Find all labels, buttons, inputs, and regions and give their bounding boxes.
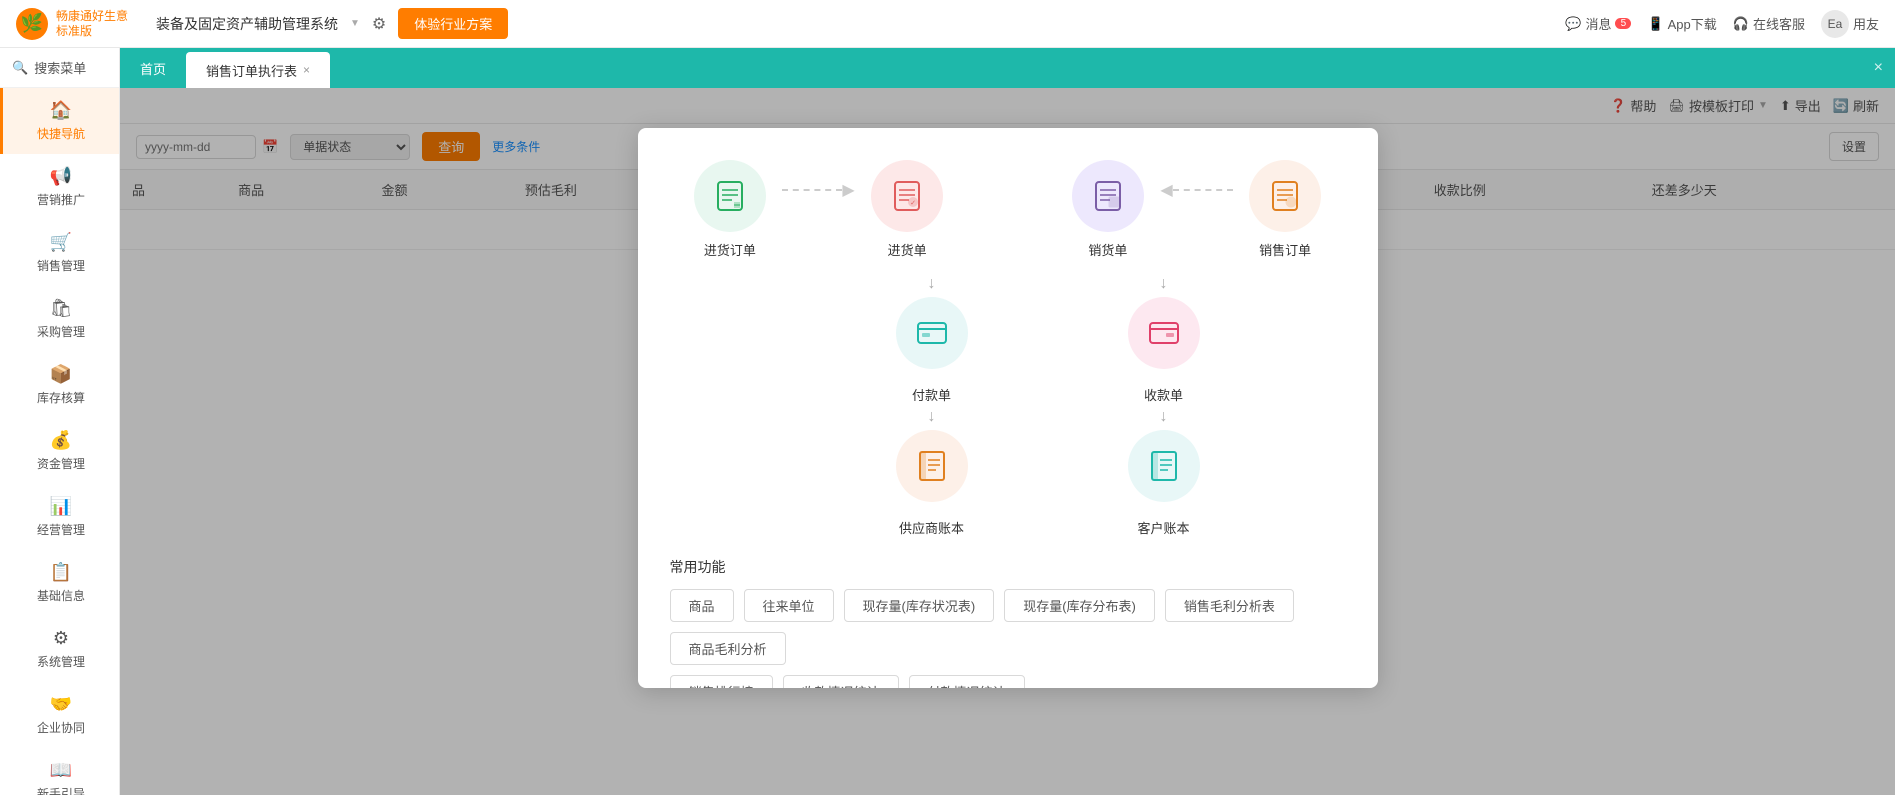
- enterprise-icon: 🤝: [50, 694, 72, 715]
- flow-label-purchase-bill: 进货单: [888, 240, 927, 259]
- func-btn-receipt-stats[interactable]: 收款情况统计: [783, 675, 899, 688]
- sidebar-item-sales[interactable]: 🛒 销售管理: [0, 220, 119, 286]
- flow-circle-purchase-bill: ✓: [871, 160, 943, 232]
- sidebar-item-system[interactable]: ⚙ 系统管理: [0, 616, 119, 682]
- flow-circle-sales-order: [1249, 160, 1321, 232]
- app-download-item[interactable]: 📱 App下载: [1647, 14, 1716, 33]
- flow-label-sales-bill: 销货单: [1088, 240, 1127, 259]
- online-service-item[interactable]: 🎧 在线客服: [1733, 14, 1805, 33]
- sidebar-item-enterprise[interactable]: 🤝 企业协同: [0, 682, 119, 748]
- flow-node-sales-order[interactable]: 销售订单: [1225, 160, 1346, 259]
- tab-close-icon[interactable]: ×: [303, 63, 310, 77]
- purchase-icon: 🛍: [50, 298, 73, 319]
- modal: 进货订单 ▶ ✓: [638, 128, 1378, 688]
- user-item[interactable]: Ea 用友: [1821, 10, 1879, 38]
- flow-circle-supplier-ledger: [896, 430, 968, 502]
- settings-icon[interactable]: ⚙: [372, 14, 386, 34]
- tabs-bar: 首页 销售订单执行表 × ×: [120, 48, 1895, 88]
- sidebar-item-finance[interactable]: 💰 资金管理: [0, 418, 119, 484]
- message-item[interactable]: 💬 消息 5: [1565, 14, 1631, 33]
- flow-circle-payment: [896, 297, 968, 369]
- tab-home[interactable]: 首页: [120, 48, 186, 88]
- tabs-close-all[interactable]: ×: [1862, 59, 1895, 77]
- basic-info-icon: 📋: [50, 562, 72, 583]
- logo-area: 🌿 畅康通好生意 标准版: [16, 8, 136, 40]
- system-dropdown-icon[interactable]: ▼: [350, 18, 360, 29]
- inventory-icon: 📦: [50, 364, 72, 385]
- main-layout: 🔍 搜索菜单 🏠 快捷导航 📢 营销推广 🛒 销售管理 🛍 采购管理 📦: [0, 48, 1895, 795]
- func-btn-sales-profit[interactable]: 销售毛利分析表: [1165, 589, 1294, 622]
- flow-label-payment: 付款单: [912, 385, 951, 404]
- flow-node-purchase-bill[interactable]: ✓ 进货单: [847, 160, 968, 259]
- search-menu[interactable]: 🔍 搜索菜单: [0, 48, 119, 88]
- sales-icon: 🛒: [50, 232, 72, 253]
- flow-circle-customer-ledger: [1128, 430, 1200, 502]
- flow-node-purchase-order[interactable]: 进货订单: [670, 160, 791, 259]
- sidebar-item-basic-info[interactable]: 📋 基础信息: [0, 550, 119, 616]
- flow-circle-purchase-order: [694, 160, 766, 232]
- beginner-icon: 📖: [50, 760, 72, 781]
- func-btn-payment-stats[interactable]: 付款情况统计: [909, 675, 1025, 688]
- tab-sales-order[interactable]: 销售订单执行表 ×: [186, 52, 330, 88]
- operations-icon: 📊: [50, 496, 72, 517]
- func-btn-stock-status[interactable]: 现存量(库存状况表): [844, 589, 995, 622]
- common-funcs: 常用功能 商品 往来单位 现存量(库存状况表) 现存量(库存分布表) 销售毛利分…: [670, 557, 1346, 688]
- flow-label-purchase-order: 进货订单: [704, 240, 756, 259]
- system-title: 装备及固定资产辅助管理系统: [156, 14, 338, 34]
- sidebar-item-purchase[interactable]: 🛍 采购管理: [0, 286, 119, 352]
- logo-icon: 🌿: [16, 8, 48, 40]
- flow-circle-sales-bill: [1072, 160, 1144, 232]
- app-container: 🌿 畅康通好生意 标准版 装备及固定资产辅助管理系统 ▼ ⚙ 体验行业方案 💬 …: [0, 0, 1895, 795]
- flow-node-sales-bill[interactable]: 销货单: [1048, 160, 1169, 259]
- func-btn-stock-dist[interactable]: 现存量(库存分布表): [1004, 589, 1155, 622]
- func-btn-products[interactable]: 商品: [670, 589, 734, 622]
- svg-text:✓: ✓: [910, 200, 916, 207]
- content-area: 首页 销售订单执行表 × × ❓ 帮助 🖨 按: [120, 48, 1895, 795]
- page-content: ❓ 帮助 🖨 按模板打印 ▼ ⬆ 导出 🔄 刷新: [120, 88, 1895, 795]
- modal-overlay[interactable]: 进货订单 ▶ ✓: [120, 88, 1895, 795]
- top-right: 💬 消息 5 📱 App下载 🎧 在线客服 Ea 用友: [1565, 10, 1879, 38]
- func-btn-counterparts[interactable]: 往来单位: [744, 589, 834, 622]
- func-btn-sales-rank[interactable]: 销售排行榜: [670, 675, 773, 688]
- sidebar-item-operations[interactable]: 📊 经营管理: [0, 484, 119, 550]
- top-bar-left: 🌿 畅康通好生意 标准版 装备及固定资产辅助管理系统 ▼ ⚙ 体验行业方案: [16, 8, 508, 40]
- func-buttons-row2: 销售排行榜 收款情况统计 付款情况统计: [670, 675, 1346, 688]
- sidebar-item-beginner[interactable]: 📖 新手引导: [0, 748, 119, 795]
- system-icon: ⚙: [53, 628, 69, 649]
- marketing-icon: 📢: [50, 166, 72, 187]
- logo-text: 畅康通好生意 标准版: [56, 9, 128, 38]
- flow-label-sales-order: 销售订单: [1259, 240, 1311, 259]
- flow-label-supplier-ledger: 供应商账本: [899, 518, 964, 537]
- top-bar: 🌿 畅康通好生意 标准版 装备及固定资产辅助管理系统 ▼ ⚙ 体验行业方案 💬 …: [0, 0, 1895, 48]
- flow-circle-receipt: [1128, 297, 1200, 369]
- flow-label-receipt: 收款单: [1144, 385, 1183, 404]
- search-icon: 🔍: [12, 60, 28, 76]
- message-badge: 5: [1615, 18, 1631, 29]
- flow-label-customer-ledger: 客户账本: [1137, 518, 1189, 537]
- message-icon: 💬: [1565, 16, 1581, 32]
- finance-icon: 💰: [50, 430, 72, 451]
- app-download-icon: 📱: [1647, 16, 1663, 32]
- headset-icon: 🎧: [1733, 16, 1749, 32]
- experience-btn[interactable]: 体验行业方案: [398, 8, 508, 39]
- sidebar-item-quick-nav[interactable]: 🏠 快捷导航: [0, 88, 119, 154]
- sidebar: 🔍 搜索菜单 🏠 快捷导航 📢 营销推广 🛒 销售管理 🛍 采购管理 📦: [0, 48, 120, 795]
- sidebar-item-marketing[interactable]: 📢 营销推广: [0, 154, 119, 220]
- func-btn-product-profit[interactable]: 商品毛利分析: [670, 632, 786, 665]
- sidebar-item-inventory[interactable]: 📦 库存核算: [0, 352, 119, 418]
- home-icon: 🏠: [50, 100, 72, 121]
- avatar: Ea: [1821, 10, 1849, 38]
- common-funcs-title: 常用功能: [670, 557, 1346, 577]
- flow-diagram: 进货订单 ▶ ✓: [670, 160, 1346, 537]
- func-buttons-row1: 商品 往来单位 现存量(库存状况表) 现存量(库存分布表) 销售毛利分析表 商品…: [670, 589, 1346, 665]
